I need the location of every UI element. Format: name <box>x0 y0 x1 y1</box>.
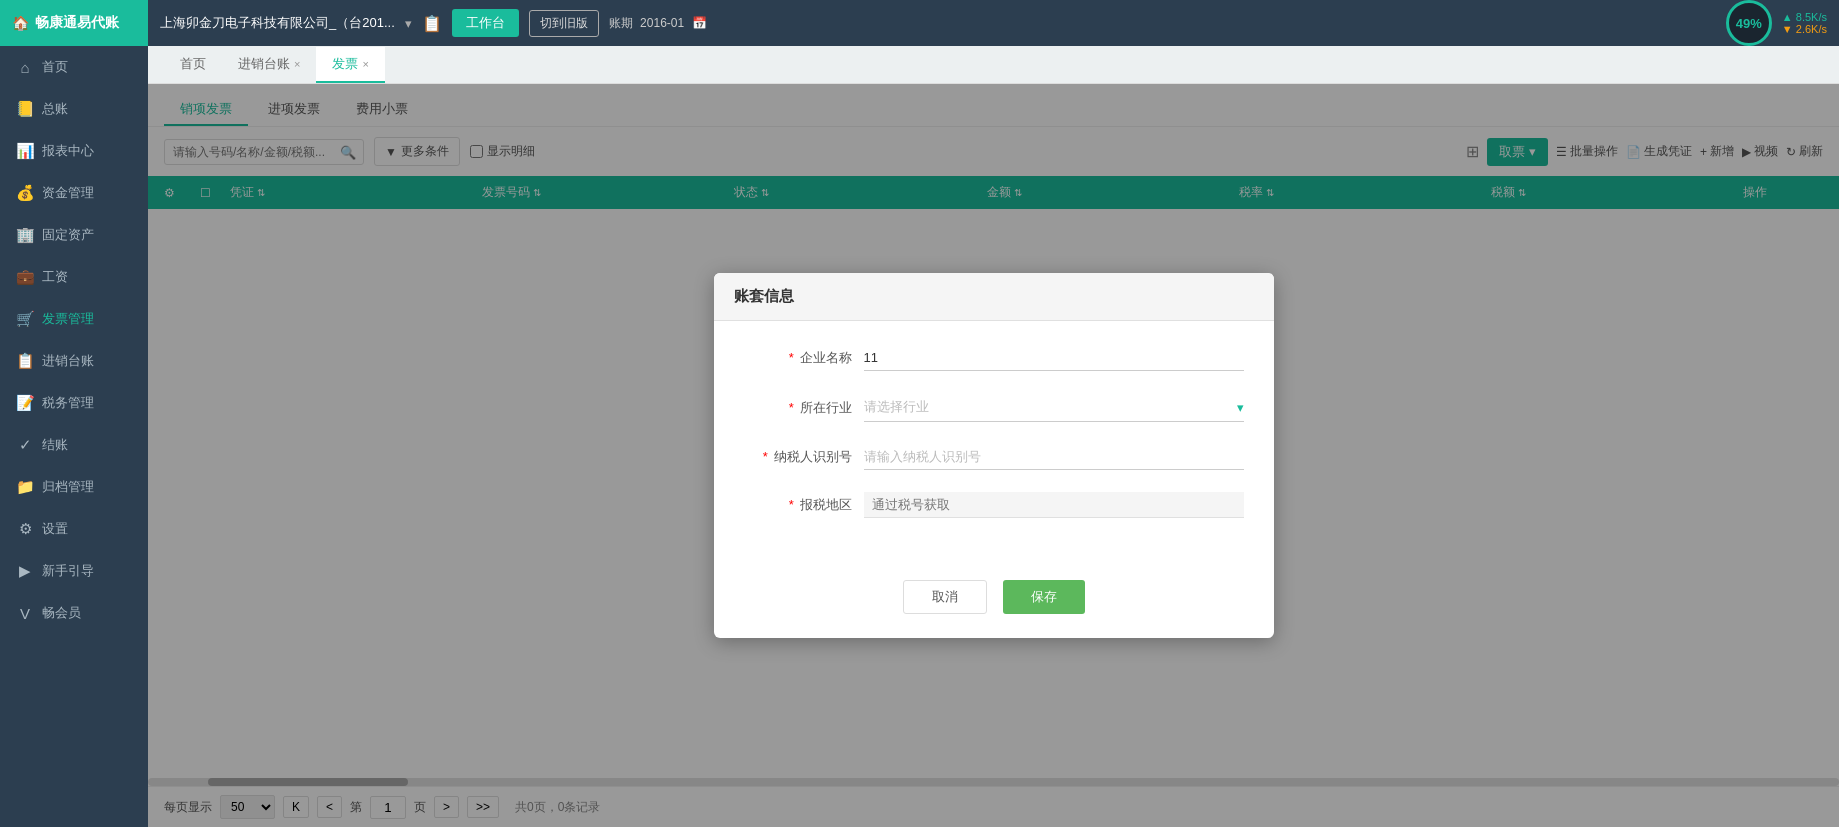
sidebar-item-salary[interactable]: 💼 工资 <box>0 256 148 298</box>
tab-bar: 首页进销台账 ×发票 × <box>148 46 1839 84</box>
modal-title: 账套信息 <box>714 273 1274 321</box>
sidebar-label-tax: 税务管理 <box>42 394 94 412</box>
calendar-icon[interactable]: 📅 <box>692 16 707 30</box>
tab-close-invoice[interactable]: × <box>362 58 368 70</box>
company-name-row: * 企业名称 <box>744 345 1244 371</box>
sidebar-item-setting[interactable]: ⚙ 设置 <box>0 508 148 550</box>
modal-body: * 企业名称 * 所在行业 请选择行业 ▾ <box>714 321 1274 564</box>
main-content: 上海卯金刀电子科技有限公司_（台201... ▾ 📋 工作台 切到旧版 账期 2… <box>148 0 1839 827</box>
sidebar-label-close: 结账 <box>42 436 68 454</box>
logo-text: 畅康通易代账 <box>35 14 119 32</box>
sidebar-item-guide[interactable]: ▶ 新手引导 <box>0 550 148 592</box>
sidebar-label-setting: 设置 <box>42 520 68 538</box>
sidebar-item-asset[interactable]: 🏢 固定资产 <box>0 214 148 256</box>
tab-label-purchase: 进销台账 <box>238 55 290 73</box>
workspace-button[interactable]: 工作台 <box>452 9 519 37</box>
sidebar-item-ledger[interactable]: 📒 总账 <box>0 88 148 130</box>
sidebar-icon-tax: 📝 <box>16 394 34 412</box>
sidebar-icon-ledger: 📒 <box>16 100 34 118</box>
content-area: 销项发票进项发票费用小票 🔍 ▼ 更多条件 显示明细 ⊞ 取票 ▾ <box>148 84 1839 827</box>
sidebar-icon-close: ✓ <box>16 436 34 454</box>
sidebar-icon-report: 📊 <box>16 142 34 160</box>
sidebar-label-salary: 工资 <box>42 268 68 286</box>
sidebar-label-home: 首页 <box>42 58 68 76</box>
tab-purchase[interactable]: 进销台账 × <box>222 47 316 83</box>
sidebar-icon-asset: 🏢 <box>16 226 34 244</box>
sidebar-item-home[interactable]: ⌂ 首页 <box>0 46 148 88</box>
company-name-label: * 企业名称 <box>744 349 864 367</box>
company-dropdown-icon[interactable]: ▾ <box>405 16 412 31</box>
tax-id-label: * 纳税人识别号 <box>744 448 864 466</box>
sidebar-item-close[interactable]: ✓ 结账 <box>0 424 148 466</box>
sidebar-icon-guide: ▶ <box>16 562 34 580</box>
industry-row: * 所在行业 请选择行业 ▾ <box>744 393 1244 422</box>
sidebar-icon-salary: 💼 <box>16 268 34 286</box>
tab-invoice[interactable]: 发票 × <box>316 47 384 83</box>
sidebar-logo: 🏠 畅康通易代账 <box>0 0 148 46</box>
cancel-button[interactable]: 取消 <box>903 580 987 614</box>
old-version-button[interactable]: 切到旧版 <box>529 10 599 37</box>
sidebar: 🏠 畅康通易代账 ⌂ 首页 📒 总账 📊 报表中心 💰 资金管理 🏢 固定资产 💼 工资 🛒 发票管理 📋 进… <box>0 0 148 827</box>
tax-region-row: * 报税地区 <box>744 492 1244 518</box>
sidebar-icon-fund: 💰 <box>16 184 34 202</box>
modal-overlay: 账套信息 * 企业名称 * 所在行业 <box>148 84 1839 827</box>
sidebar-icon-archive: 📁 <box>16 478 34 496</box>
industry-label: * 所在行业 <box>744 399 864 417</box>
sidebar-item-invoice[interactable]: 🛒 发票管理 <box>0 298 148 340</box>
sidebar-item-vip[interactable]: V 畅会员 <box>0 592 148 634</box>
industry-select[interactable]: 请选择行业 ▾ <box>864 393 1244 422</box>
sidebar-label-fund: 资金管理 <box>42 184 94 202</box>
modal-footer: 取消 保存 <box>714 564 1274 638</box>
sidebar-icon-invoice: 🛒 <box>16 310 34 328</box>
archive-icon[interactable]: 📋 <box>422 14 442 33</box>
account-info-modal: 账套信息 * 企业名称 * 所在行业 <box>714 273 1274 638</box>
network-speed: ▲ 8.5K/s ▼ 2.6K/s <box>1782 11 1827 35</box>
logo-icon: 🏠 <box>12 15 29 31</box>
speed-indicator: 49% <box>1726 0 1772 46</box>
sidebar-label-archive: 归档管理 <box>42 478 94 496</box>
tax-region-field <box>864 492 1244 518</box>
chevron-down-icon: ▾ <box>1237 400 1244 415</box>
topbar: 上海卯金刀电子科技有限公司_（台201... ▾ 📋 工作台 切到旧版 账期 2… <box>148 0 1839 46</box>
sidebar-label-vip: 畅会员 <box>42 604 81 622</box>
sidebar-icon-setting: ⚙ <box>16 520 34 538</box>
period-label: 账期 2016-01 📅 <box>609 15 707 32</box>
tax-id-row: * 纳税人识别号 <box>744 444 1244 470</box>
sidebar-label-report: 报表中心 <box>42 142 94 160</box>
sidebar-label-invoice: 发票管理 <box>42 310 94 328</box>
company-name-field[interactable] <box>864 345 1244 371</box>
sidebar-item-purchase[interactable]: 📋 进销台账 <box>0 340 148 382</box>
sidebar-icon-purchase: 📋 <box>16 352 34 370</box>
sidebar-icon-home: ⌂ <box>16 59 34 76</box>
sidebar-label-asset: 固定资产 <box>42 226 94 244</box>
tax-id-field[interactable] <box>864 444 1244 470</box>
sidebar-label-ledger: 总账 <box>42 100 68 118</box>
tab-label-invoice: 发票 <box>332 55 358 73</box>
company-name: 上海卯金刀电子科技有限公司_（台201... <box>160 14 395 32</box>
tab-home[interactable]: 首页 <box>164 47 222 83</box>
sidebar-item-report[interactable]: 📊 报表中心 <box>0 130 148 172</box>
sidebar-item-fund[interactable]: 💰 资金管理 <box>0 172 148 214</box>
tab-close-purchase[interactable]: × <box>294 58 300 70</box>
sidebar-label-guide: 新手引导 <box>42 562 94 580</box>
tab-label-home: 首页 <box>180 55 206 73</box>
sidebar-label-purchase: 进销台账 <box>42 352 94 370</box>
save-button[interactable]: 保存 <box>1003 580 1085 614</box>
sidebar-icon-vip: V <box>16 605 34 622</box>
sidebar-item-tax[interactable]: 📝 税务管理 <box>0 382 148 424</box>
tax-region-label: * 报税地区 <box>744 496 864 514</box>
sidebar-item-archive[interactable]: 📁 归档管理 <box>0 466 148 508</box>
